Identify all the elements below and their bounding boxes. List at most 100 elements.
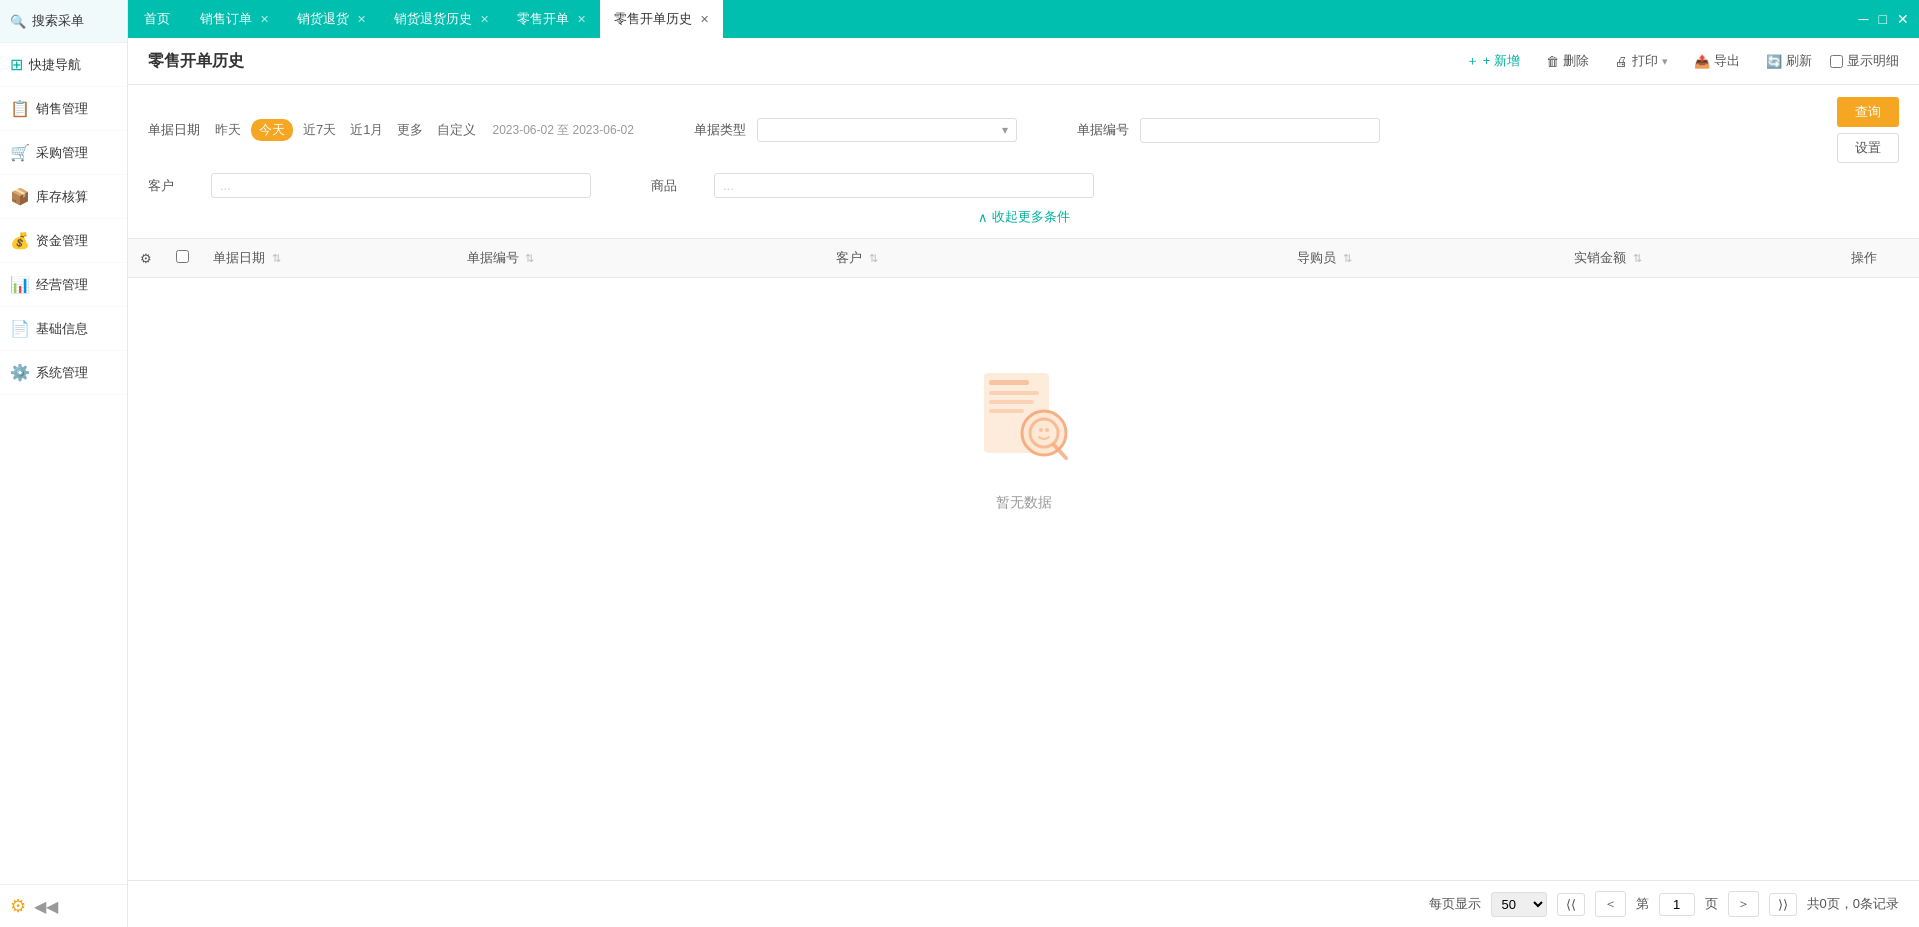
col-salesperson-label: 导购员: [1297, 250, 1336, 265]
sort-date-icon: ⇅: [272, 252, 281, 264]
col-orderno[interactable]: 单据编号 ⇅: [455, 239, 824, 278]
sidebar-collapse-icon[interactable]: ◀◀: [34, 897, 58, 916]
delete-button[interactable]: 🗑 删除: [1538, 48, 1597, 74]
col-checkbox: [164, 239, 201, 278]
tab-retail-history-label: 零售开单历史: [614, 10, 692, 28]
sort-salesperson-icon: ⇅: [1343, 252, 1352, 264]
customer-label: 客户: [148, 177, 203, 195]
customer-input[interactable]: ...: [211, 173, 591, 198]
date-shortcut-7days[interactable]: 近7天: [299, 119, 340, 141]
print-icon: 🖨: [1615, 54, 1628, 69]
table-settings-icon[interactable]: ⚙: [140, 251, 152, 266]
customer-dots: ...: [220, 178, 231, 193]
sidebar-item-inventory[interactable]: 📦 库存核算: [0, 175, 127, 219]
tab-bar: 首页 销售订单 ✕ 销货退货 ✕ 销货退货历史 ✕ 零售开单 ✕ 零售开单历史 …: [128, 0, 1919, 38]
page-number-input[interactable]: [1659, 893, 1695, 916]
date-shortcut-custom[interactable]: 自定义: [433, 119, 480, 141]
page-summary: 共0页，0条记录: [1807, 895, 1899, 913]
page-suffix: 页: [1705, 895, 1718, 913]
export-button[interactable]: 📤 导出: [1686, 48, 1748, 74]
quick-nav-icon: ⊞: [10, 55, 23, 74]
tab-close-icon[interactable]: ✕: [577, 13, 586, 26]
setting-button[interactable]: 设置: [1837, 133, 1899, 163]
display-detail-checkbox[interactable]: 显示明细: [1830, 52, 1899, 70]
tab-home[interactable]: 首页: [128, 0, 186, 38]
tab-close-icon[interactable]: ✕: [260, 13, 269, 26]
col-amount-label: 实销金额: [1574, 250, 1626, 265]
sidebar: 🔍 搜索采单 ⊞ 快捷导航 📋 销售管理 🛒 采购管理 📦 库存核算 💰 资金管…: [0, 0, 128, 927]
svg-rect-3: [989, 400, 1034, 404]
window-maximize-icon[interactable]: □: [1879, 11, 1887, 27]
col-date[interactable]: 单据日期 ⇅: [201, 239, 455, 278]
date-shortcut-yesterday[interactable]: 昨天: [211, 119, 245, 141]
query-button[interactable]: 查询: [1837, 97, 1899, 127]
per-page-label: 每页显示: [1429, 895, 1481, 913]
purchase-mgmt-icon: 🛒: [10, 143, 30, 162]
refresh-icon: 🔄: [1766, 54, 1782, 69]
main-content: 首页 销售订单 ✕ 销货退货 ✕ 销货退货历史 ✕ 零售开单 ✕ 零售开单历史 …: [128, 0, 1919, 927]
page-last-button[interactable]: ⟩⟩: [1769, 893, 1797, 916]
select-all-checkbox[interactable]: [176, 250, 189, 263]
tab-close-icon[interactable]: ✕: [700, 13, 709, 26]
tab-retail-history[interactable]: 零售开单历史 ✕: [600, 0, 723, 38]
sidebar-item-operation[interactable]: 📊 经营管理: [0, 263, 127, 307]
sidebar-item-system-mgmt[interactable]: ⚙️ 系统管理: [0, 351, 127, 395]
window-minimize-icon[interactable]: ─: [1859, 11, 1869, 27]
page-next-button[interactable]: ＞: [1728, 891, 1759, 917]
sidebar-item-label: 快捷导航: [29, 56, 81, 74]
query-setting-group: 查询 设置: [1837, 97, 1899, 163]
tab-close-icon[interactable]: ✕: [357, 13, 366, 26]
table-header-row: ⚙ 单据日期 ⇅ 单据编号 ⇅ 客户 ⇅: [128, 239, 1919, 278]
sort-amount-icon: ⇅: [1633, 252, 1642, 264]
sidebar-item-label: 基础信息: [36, 320, 88, 338]
svg-rect-4: [989, 409, 1024, 413]
col-date-label: 单据日期: [213, 250, 265, 265]
display-detail-check[interactable]: [1830, 55, 1843, 68]
orderno-input[interactable]: [1140, 118, 1380, 143]
collapse-more-btn[interactable]: ∧ 收起更多条件: [148, 208, 1899, 226]
type-select[interactable]: ▾: [757, 118, 1017, 142]
page-label: 第: [1636, 895, 1649, 913]
export-icon: 📤: [1694, 54, 1710, 69]
date-shortcut-1month[interactable]: 近1月: [346, 119, 387, 141]
sidebar-search-label: 搜索采单: [32, 12, 84, 30]
pagination-bar: 每页显示 50 10 20 100 ⟨⟨ ＜ 第 页 ＞ ⟩⟩ 共0页，0条记录: [128, 880, 1919, 927]
add-button[interactable]: ＋ + 新增: [1458, 48, 1528, 74]
tab-sales-order[interactable]: 销售订单 ✕: [186, 0, 283, 38]
refresh-label: 刷新: [1786, 52, 1812, 70]
sidebar-item-quick-nav[interactable]: ⊞ 快捷导航: [0, 43, 127, 87]
tab-retail-open[interactable]: 零售开单 ✕: [503, 0, 600, 38]
goods-input[interactable]: ...: [714, 173, 1094, 198]
window-close-icon[interactable]: ✕: [1897, 11, 1909, 27]
date-range-display: 2023-06-02 至 2023-06-02: [492, 122, 633, 139]
sidebar-item-label: 采购管理: [36, 144, 88, 162]
col-orderno-label: 单据编号: [467, 250, 519, 265]
basic-info-icon: 📄: [10, 319, 30, 338]
print-button[interactable]: 🖨 打印 ▾: [1607, 48, 1676, 74]
tab-home-label: 首页: [144, 10, 170, 28]
sidebar-item-sales-mgmt[interactable]: 📋 销售管理: [0, 87, 127, 131]
tab-sales-return-history[interactable]: 销货退货历史 ✕: [380, 0, 503, 38]
tab-close-icon[interactable]: ✕: [480, 13, 489, 26]
col-salesperson[interactable]: 导购员 ⇅: [1285, 239, 1562, 278]
col-customer[interactable]: 客户 ⇅: [824, 239, 1285, 278]
col-amount[interactable]: 实销金额 ⇅: [1562, 239, 1839, 278]
tab-sales-return[interactable]: 销货退货 ✕: [283, 0, 380, 38]
date-shortcut-today[interactable]: 今天: [251, 119, 293, 141]
settings-gear-icon[interactable]: ⚙: [10, 895, 26, 917]
sidebar-item-finance[interactable]: 💰 资金管理: [0, 219, 127, 263]
per-page-select[interactable]: 50 10 20 100: [1491, 892, 1547, 917]
sidebar-item-basic-info[interactable]: 📄 基础信息: [0, 307, 127, 351]
filter-type: 单据类型 ▾: [694, 118, 1017, 142]
filter-customer: 客户 ...: [148, 173, 591, 198]
sidebar-search[interactable]: 🔍 搜索采单: [0, 0, 127, 43]
operation-icon: 📊: [10, 275, 30, 294]
orderno-label: 单据编号: [1077, 121, 1132, 139]
sidebar-item-purchase-mgmt[interactable]: 🛒 采购管理: [0, 131, 127, 175]
page-first-button[interactable]: ⟨⟨: [1557, 893, 1585, 916]
page-title: 零售开单历史: [148, 51, 244, 72]
date-shortcut-more[interactable]: 更多: [393, 119, 427, 141]
refresh-button[interactable]: 🔄 刷新: [1758, 48, 1820, 74]
page-prev-button[interactable]: ＜: [1595, 891, 1626, 917]
col-setting: ⚙: [128, 239, 164, 278]
